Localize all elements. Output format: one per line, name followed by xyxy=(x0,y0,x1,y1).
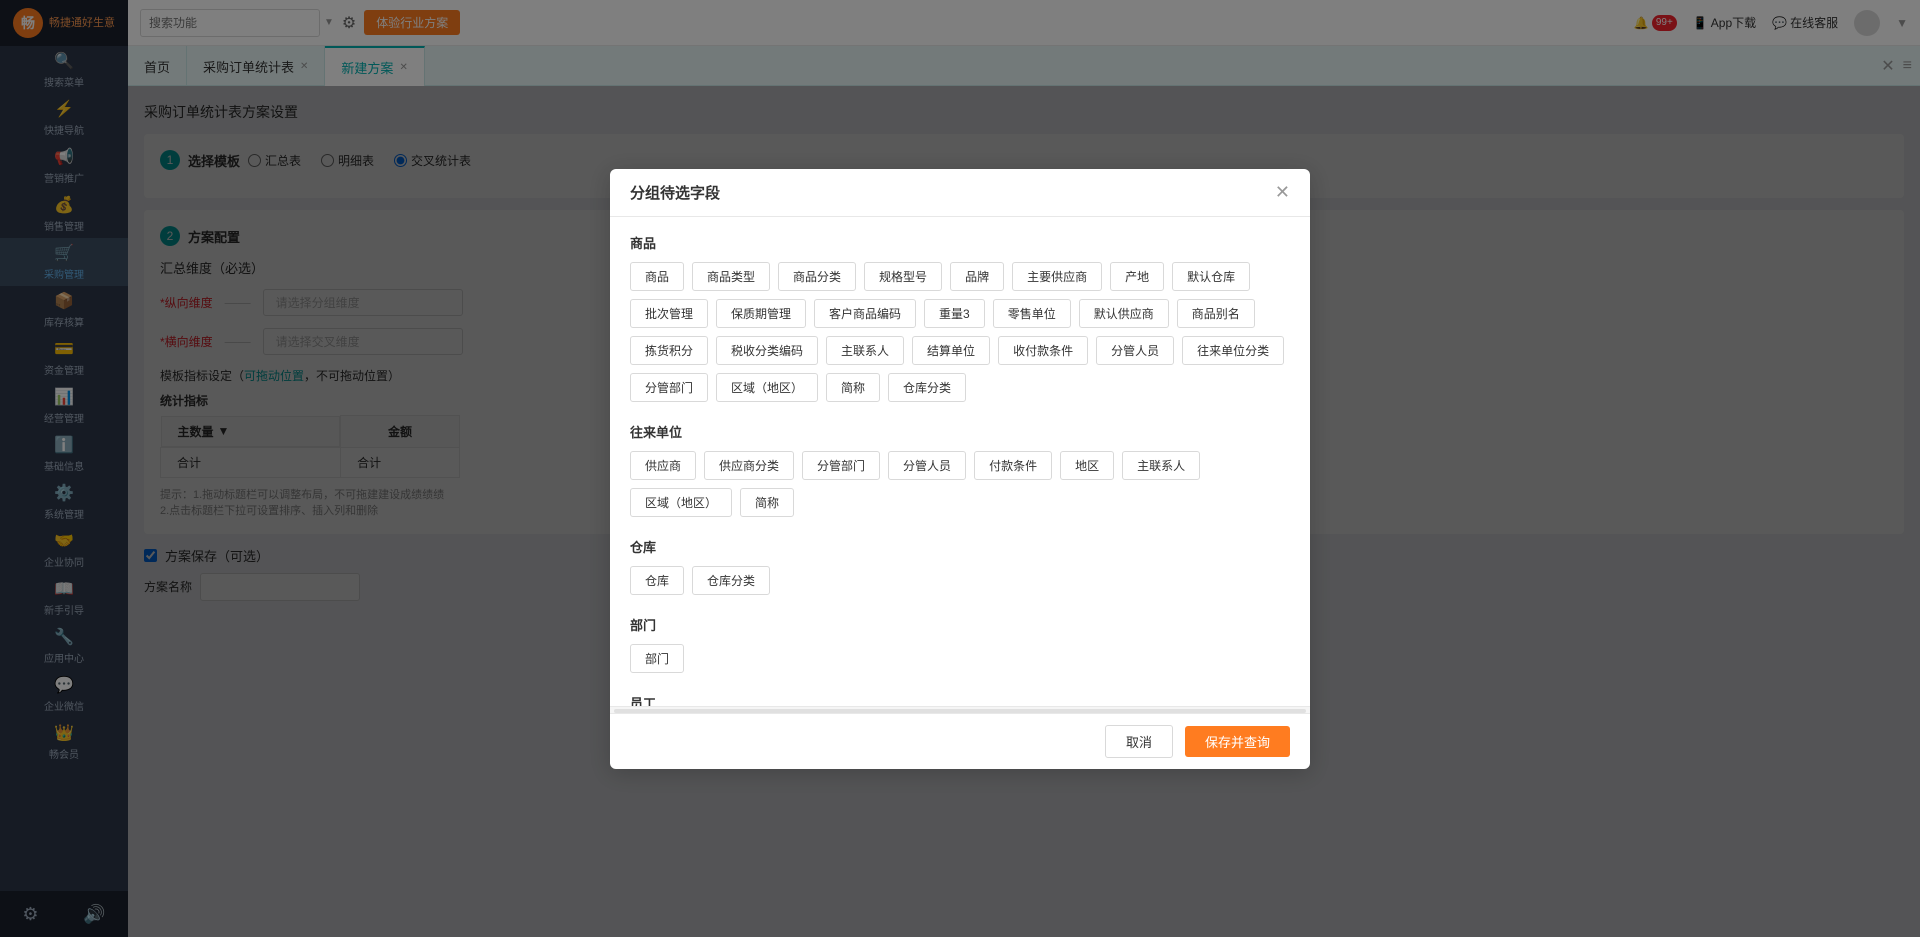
section-title-0: 商品 xyxy=(630,233,1290,252)
confirm-button[interactable]: 保存并查询 xyxy=(1185,726,1290,757)
section-title-3: 部门 xyxy=(630,615,1290,634)
field-chip-0-7[interactable]: 默认仓库 xyxy=(1172,262,1250,291)
modal-header: 分组待选字段 ✕ xyxy=(610,169,1310,217)
field-chip-1-4[interactable]: 付款条件 xyxy=(974,451,1052,480)
field-chip-0-13[interactable]: 默认供应商 xyxy=(1079,299,1169,328)
field-chip-0-1[interactable]: 商品类型 xyxy=(692,262,770,291)
section-title-2: 仓库 xyxy=(630,537,1290,556)
field-chip-0-21[interactable]: 往来单位分类 xyxy=(1182,336,1284,365)
field-section-4: 员工业务员 xyxy=(630,693,1290,707)
field-chip-0-18[interactable]: 结算单位 xyxy=(912,336,990,365)
field-chip-1-5[interactable]: 地区 xyxy=(1060,451,1114,480)
section-title-4: 员工 xyxy=(630,693,1290,707)
field-section-0: 商品商品商品类型商品分类规格型号品牌主要供应商产地默认仓库批次管理保质期管理客户… xyxy=(630,233,1290,402)
field-chip-0-24[interactable]: 简称 xyxy=(826,373,880,402)
field-chip-0-23[interactable]: 区域（地区） xyxy=(716,373,818,402)
field-chip-0-22[interactable]: 分管部门 xyxy=(630,373,708,402)
field-chip-0-10[interactable]: 客户商品编码 xyxy=(814,299,916,328)
field-chip-0-14[interactable]: 商品别名 xyxy=(1177,299,1255,328)
field-chip-0-19[interactable]: 收付款条件 xyxy=(998,336,1088,365)
field-chip-0-12[interactable]: 零售单位 xyxy=(993,299,1071,328)
field-chip-0-20[interactable]: 分管人员 xyxy=(1096,336,1174,365)
field-chip-0-17[interactable]: 主联系人 xyxy=(826,336,904,365)
field-section-2: 仓库仓库仓库分类 xyxy=(630,537,1290,595)
field-chip-0-6[interactable]: 产地 xyxy=(1110,262,1164,291)
field-chip-1-1[interactable]: 供应商分类 xyxy=(704,451,794,480)
field-chip-1-0[interactable]: 供应商 xyxy=(630,451,696,480)
modal-body[interactable]: 商品商品商品类型商品分类规格型号品牌主要供应商产地默认仓库批次管理保质期管理客户… xyxy=(610,217,1310,707)
modal-dialog: 分组待选字段 ✕ 商品商品商品类型商品分类规格型号品牌主要供应商产地默认仓库批次… xyxy=(610,169,1310,769)
field-section-1: 往来单位供应商供应商分类分管部门分管人员付款条件地区主联系人区域（地区） 简称 xyxy=(630,422,1290,517)
field-section-3: 部门部门 xyxy=(630,615,1290,673)
horizontal-scrollbar[interactable] xyxy=(610,706,1310,712)
field-chip-0-3[interactable]: 规格型号 xyxy=(864,262,942,291)
field-chip-0-25[interactable]: 仓库分类 xyxy=(888,373,966,402)
field-chip-0-4[interactable]: 品牌 xyxy=(950,262,1004,291)
field-chip-2-1[interactable]: 仓库分类 xyxy=(692,566,770,595)
field-chip-1-3[interactable]: 分管人员 xyxy=(888,451,966,480)
cancel-button[interactable]: 取消 xyxy=(1105,725,1173,758)
field-chip-0-0[interactable]: 商品 xyxy=(630,262,684,291)
field-chip-0-8[interactable]: 批次管理 xyxy=(630,299,708,328)
section-title-1: 往来单位 xyxy=(630,422,1290,441)
field-chip-0-2[interactable]: 商品分类 xyxy=(778,262,856,291)
field-chip-1-2[interactable]: 分管部门 xyxy=(802,451,880,480)
field-chip-0-15[interactable]: 拣货积分 xyxy=(630,336,708,365)
modal-title: 分组待选字段 xyxy=(630,182,720,203)
field-chip-2-0[interactable]: 仓库 xyxy=(630,566,684,595)
field-chip-1-7[interactable]: 区域（地区） xyxy=(630,488,732,517)
field-chip-1-6[interactable]: 主联系人 xyxy=(1122,451,1200,480)
field-chip-0-9[interactable]: 保质期管理 xyxy=(716,299,806,328)
modal-close-button[interactable]: ✕ xyxy=(1275,182,1290,203)
field-chip-0-16[interactable]: 税收分类编码 xyxy=(716,336,818,365)
modal-footer: 取消 保存并查询 xyxy=(610,713,1310,769)
field-chip-0-11[interactable]: 重量3 xyxy=(924,299,985,328)
field-chip-0-5[interactable]: 主要供应商 xyxy=(1012,262,1102,291)
modal-overlay: 分组待选字段 ✕ 商品商品商品类型商品分类规格型号品牌主要供应商产地默认仓库批次… xyxy=(0,0,1920,937)
field-chip-3-0[interactable]: 部门 xyxy=(630,644,684,673)
field-chip-1-8[interactable]: 简称 xyxy=(740,488,794,517)
